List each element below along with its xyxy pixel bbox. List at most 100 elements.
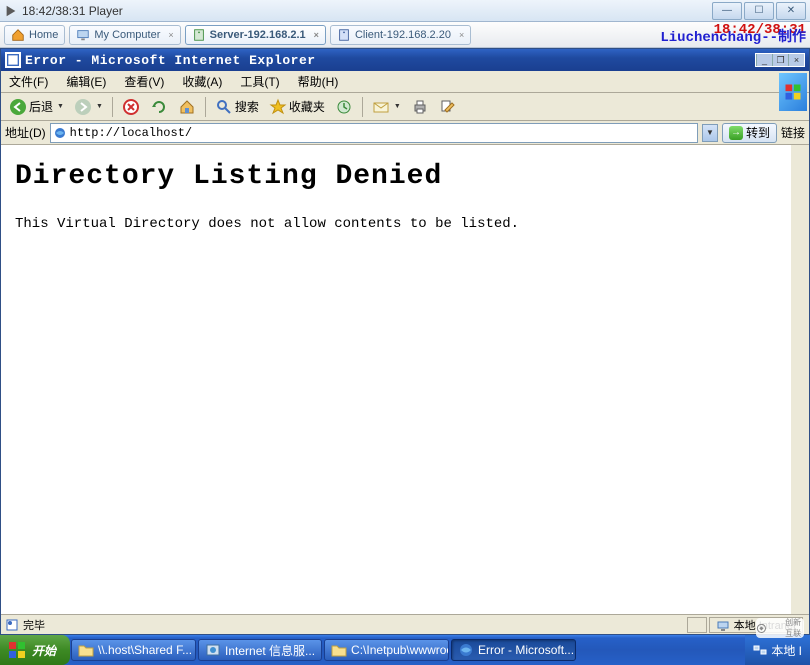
links-label[interactable]: 链接: [781, 124, 805, 141]
taskbar-item-wwwroot[interactable]: C:\Inetpub\wwwroot: [324, 639, 449, 661]
watermark: 创新互联: [756, 618, 804, 638]
ie-addressbar: 地址(D) ▼ → 转到 链接: [1, 121, 809, 145]
close-button[interactable]: ✕: [776, 2, 806, 20]
ie-toolbar: 后退 ▼ ▼: [1, 93, 809, 121]
status-left: 完毕: [5, 617, 687, 633]
system-tray[interactable]: 本地 I: [745, 635, 810, 665]
search-icon: [215, 98, 233, 116]
edit-button[interactable]: [435, 96, 461, 118]
vm-tab-label: Server-192.168.2.1: [210, 29, 306, 41]
xp-taskbar: 开始 \\.host\Shared F... Internet 信息服... C…: [0, 635, 810, 665]
history-icon: [335, 98, 353, 116]
mail-icon: [372, 98, 390, 116]
vm-tab-client[interactable]: Client-192.168.2.20 ×: [330, 25, 471, 45]
stop-button[interactable]: [118, 96, 144, 118]
ie-restore-button[interactable]: ❐: [772, 54, 788, 66]
overlay-author: Liuchenchang--制作: [660, 26, 806, 46]
go-arrow-icon: →: [729, 126, 743, 140]
go-label: 转到: [746, 124, 770, 141]
print-button[interactable]: [407, 96, 433, 118]
vm-tab-label: My Computer: [94, 29, 160, 41]
ie-close-button[interactable]: ×: [788, 54, 804, 66]
vm-tab-label: Client-192.168.2.20: [355, 29, 451, 41]
status-text: 完毕: [23, 617, 45, 633]
browser-viewport: Directory Listing Denied This Virtual Di…: [1, 145, 809, 614]
home-button[interactable]: [174, 96, 200, 118]
address-input-wrap[interactable]: [50, 123, 698, 143]
menu-favorites[interactable]: 收藏(A): [178, 71, 226, 92]
taskbar-label: Error - Microsoft...: [478, 643, 574, 657]
favorites-label: 收藏夹: [289, 98, 325, 115]
history-button[interactable]: [331, 96, 357, 118]
vm-tab-mycomputer[interactable]: My Computer ×: [69, 25, 180, 45]
taskbar-item-sharedfolder[interactable]: \\.host\Shared F...: [71, 639, 196, 661]
taskbar-item-ie-error[interactable]: Error - Microsoft...: [451, 639, 576, 661]
back-label: 后退: [29, 98, 53, 115]
ie-title: Error - Microsoft Internet Explorer: [25, 53, 316, 68]
back-button[interactable]: 后退 ▼: [5, 96, 68, 118]
vm-tab-label: Home: [29, 29, 58, 41]
tab-close-icon[interactable]: ×: [168, 30, 173, 40]
server-icon: [192, 28, 206, 42]
network-icon: [753, 643, 767, 657]
menu-edit[interactable]: 编辑(E): [62, 71, 110, 92]
tray-text: 本地 I: [771, 642, 802, 659]
dropdown-icon[interactable]: ▼: [57, 103, 64, 110]
address-dropdown-button[interactable]: ▼: [702, 124, 718, 142]
stop-icon: [122, 98, 140, 116]
menu-view[interactable]: 查看(V): [120, 71, 168, 92]
player-icon: [4, 4, 18, 18]
favorites-button[interactable]: 收藏夹: [265, 96, 329, 118]
player-titlebar: 18:42/38:31 Player — ☐ ✕: [0, 0, 810, 22]
client-icon: [337, 28, 351, 42]
ie-window: Error - Microsoft Internet Explorer _ ❐ …: [0, 48, 810, 635]
ie-menubar: 文件(F) 编辑(E) 查看(V) 收藏(A) 工具(T) 帮助(H): [1, 71, 809, 93]
player-title: 18:42/38:31 Player: [22, 4, 123, 18]
dropdown-icon[interactable]: ▼: [394, 103, 401, 110]
page-body: This Virtual Directory does not allow co…: [15, 216, 777, 232]
home-icon: [178, 98, 196, 116]
menu-help[interactable]: 帮助(H): [294, 71, 343, 92]
dropdown-icon[interactable]: ▼: [96, 103, 103, 110]
mail-button[interactable]: ▼: [368, 96, 405, 118]
ie-page-icon: [5, 52, 21, 68]
ie-minimize-button[interactable]: _: [756, 54, 772, 66]
taskbar-label: Internet 信息服...: [225, 642, 315, 659]
start-label: 开始: [32, 642, 56, 659]
taskbar-label: C:\Inetpub\wwwroot: [351, 643, 449, 657]
folder-icon: [331, 642, 347, 658]
maximize-button[interactable]: ☐: [744, 2, 774, 20]
ie-throbber-icon: [779, 73, 807, 111]
vm-tab-server[interactable]: Server-192.168.2.1 ×: [185, 25, 326, 45]
status-seg-empty: [687, 617, 707, 633]
intranet-icon: [716, 618, 730, 632]
page-heading: Directory Listing Denied: [15, 161, 777, 192]
ie-titlebar: Error - Microsoft Internet Explorer _ ❐ …: [1, 49, 809, 71]
ie-icon: [458, 642, 474, 658]
home-icon: [11, 28, 25, 42]
print-icon: [411, 98, 429, 116]
page-ie-icon: [53, 126, 67, 140]
minimize-button[interactable]: —: [712, 2, 742, 20]
refresh-icon: [150, 98, 168, 116]
edit-icon: [439, 98, 457, 116]
taskbar-item-iis[interactable]: Internet 信息服...: [198, 639, 322, 661]
search-label: 搜索: [235, 98, 259, 115]
search-button[interactable]: 搜索: [211, 96, 263, 118]
iis-icon: [205, 642, 221, 658]
refresh-button[interactable]: [146, 96, 172, 118]
go-button[interactable]: → 转到: [722, 123, 777, 143]
tab-close-icon[interactable]: ×: [314, 30, 319, 40]
address-input[interactable]: [70, 125, 695, 141]
done-icon: [5, 618, 19, 632]
forward-button[interactable]: ▼: [70, 96, 107, 118]
address-label: 地址(D): [5, 124, 46, 141]
back-icon: [9, 98, 27, 116]
windows-flag-icon: [8, 641, 26, 659]
tab-close-icon[interactable]: ×: [459, 30, 464, 40]
menu-tools[interactable]: 工具(T): [236, 71, 283, 92]
ie-statusbar: 完毕 本地 Intranet: [1, 614, 809, 634]
menu-file[interactable]: 文件(F): [5, 71, 52, 92]
start-button[interactable]: 开始: [0, 635, 70, 665]
vm-tab-home[interactable]: Home: [4, 25, 65, 45]
